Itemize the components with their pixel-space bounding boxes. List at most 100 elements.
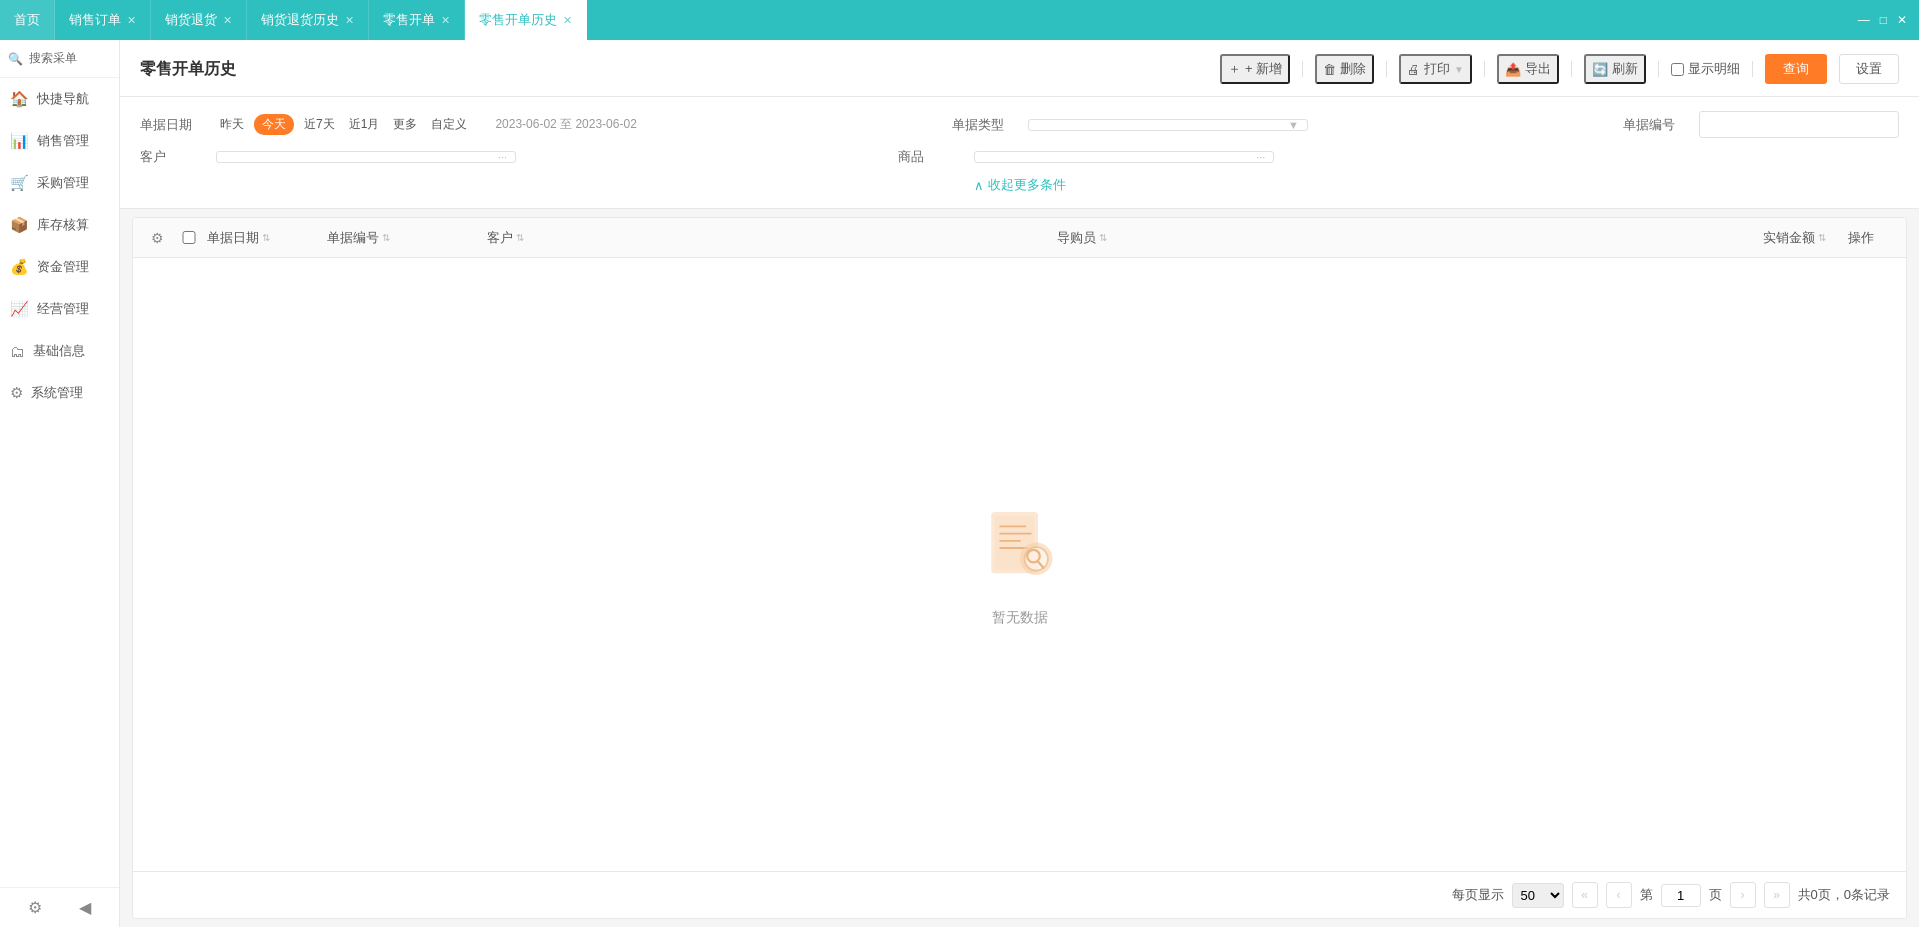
prev-page-btn[interactable]: ‹ <box>1606 882 1632 908</box>
search-icon: 🔍 <box>8 52 23 66</box>
sidebar-label-inventory: 库存核算 <box>37 216 89 234</box>
customer-input[interactable]: ··· <box>216 151 516 163</box>
sidebar-item-inventory[interactable]: 📦 库存核算 <box>0 204 119 246</box>
type-select[interactable]: ▼ <box>1028 119 1308 131</box>
select-all-checkbox[interactable] <box>179 231 199 244</box>
export-label: 导出 <box>1525 60 1551 78</box>
add-icon: ＋ <box>1228 60 1241 78</box>
close-tab-icon[interactable]: ✕ <box>563 14 572 27</box>
nav-tab-home[interactable]: 首页 <box>0 0 55 40</box>
divider-4 <box>1571 61 1572 77</box>
nav-tab-retail-open[interactable]: 零售开单 ✕ <box>369 0 465 40</box>
sidebar-label-purchase-mgmt: 采购管理 <box>37 174 89 192</box>
col-guide-label: 导购员 <box>1057 229 1096 247</box>
divider-3 <box>1484 61 1485 77</box>
print-button[interactable]: 🖨 打印 ▼ <box>1399 54 1472 84</box>
sidebar-item-purchase-mgmt[interactable]: 🛒采购管理 <box>0 162 119 204</box>
col-header-num[interactable]: 单据编号 ⇅ <box>327 229 487 247</box>
page-input[interactable] <box>1661 884 1701 907</box>
date-options: 昨天 今天 近7天 近1月 更多 自定义 <box>216 114 471 135</box>
filter-row-2: 客户 ··· 商品 ··· <box>140 148 1899 166</box>
goods-input[interactable]: ··· <box>974 151 1274 163</box>
sidebar-icon-quick-nav: 🏠 <box>10 90 29 108</box>
nav-tab-retail-open-history[interactable]: 零售开单历史 ✕ <box>465 0 587 40</box>
maximize-btn[interactable]: □ <box>1880 13 1887 27</box>
table-area: ⚙ 单据日期 ⇅ 单据编号 ⇅ 客户 ⇅ 导购员 ⇅ <box>132 217 1907 919</box>
col-amount-sort-icon: ⇅ <box>1818 232 1826 243</box>
col-header-action: 操作 <box>1826 229 1896 247</box>
delete-button[interactable]: 🗑 删除 <box>1315 54 1374 84</box>
pagination: 每页显示 50 20 100 200 « ‹ 第 页 › » 共0页，0条记录 <box>133 871 1906 918</box>
last-page-btn[interactable]: » <box>1764 882 1790 908</box>
print-label: 打印 <box>1424 60 1450 78</box>
export-icon: 📤 <box>1505 62 1521 77</box>
col-header-guide[interactable]: 导购员 ⇅ <box>1057 229 1157 247</box>
empty-icon <box>975 503 1065 593</box>
page-label: 第 <box>1640 886 1653 904</box>
page-title: 零售开单历史 <box>140 59 236 80</box>
type-chevron-icon: ▼ <box>1288 119 1299 131</box>
empty-state: 暂无数据 <box>133 258 1906 871</box>
date-opt-1month[interactable]: 近1月 <box>345 114 384 135</box>
collapse-sidebar-icon[interactable]: ◀ <box>79 898 91 917</box>
date-opt-more[interactable]: 更多 <box>389 114 421 135</box>
content-area: 零售开单历史 ＋ + 新增 🗑 删除 🖨 打印 ▼ <box>120 40 1919 927</box>
show-detail-checkbox[interactable] <box>1671 63 1684 76</box>
next-page-btn[interactable]: › <box>1730 882 1756 908</box>
settings-button[interactable]: 设置 <box>1839 54 1899 84</box>
per-page-select[interactable]: 50 20 100 200 <box>1512 883 1564 908</box>
sidebar-label-finance: 资金管理 <box>37 258 89 276</box>
filter-row-1: 单据日期 昨天 今天 近7天 近1月 更多 自定义 2023-06-02 至 2… <box>140 111 1899 138</box>
sidebar-item-operations[interactable]: 📈经营管理 <box>0 288 119 330</box>
nav-tab-label: 零售开单 <box>383 11 435 29</box>
nav-tab-sales-return[interactable]: 销货退货✕ <box>151 0 247 40</box>
sidebar-item-quick-nav[interactable]: 🏠 快捷导航 <box>0 78 119 120</box>
nav-tab-sales-return-history[interactable]: 销货退货历史✕ <box>247 0 369 40</box>
refresh-button[interactable]: 🔄 刷新 <box>1584 54 1646 84</box>
date-opt-custom[interactable]: 自定义 <box>427 114 471 135</box>
sidebar-icon-sales-mgmt: 📊 <box>10 132 29 150</box>
date-range-display: 2023-06-02 至 2023-06-02 <box>495 116 636 133</box>
sidebar: 🔍 搜索采单 🏠 快捷导航 📊销售管理🛒采购管理 📦 库存核算 💰资金管理📈经营管理🗂基础… <box>0 40 120 927</box>
col-header-date[interactable]: 单据日期 ⇅ <box>207 229 327 247</box>
nav-tab-sales-order[interactable]: 销售订单 ✕ <box>55 0 151 40</box>
sidebar-search[interactable]: 🔍 搜索采单 <box>0 40 119 78</box>
collapse-button[interactable]: ∧ 收起更多条件 <box>974 176 1066 194</box>
nav-tab-label: 销售订单 <box>69 11 121 29</box>
col-header-amount[interactable]: 实销金额 ⇅ <box>1726 229 1826 247</box>
divider-2 <box>1386 61 1387 77</box>
close-tab-icon[interactable]: ✕ <box>441 14 450 27</box>
date-opt-yesterday[interactable]: 昨天 <box>216 114 248 135</box>
num-input[interactable] <box>1699 111 1899 138</box>
add-button[interactable]: ＋ + 新增 <box>1220 54 1290 84</box>
close-tab-icon[interactable]: ✕ <box>223 14 232 27</box>
nav-tab-label: 零售开单历史 <box>479 11 557 29</box>
col-header-customer[interactable]: 客户 ⇅ <box>487 229 1057 247</box>
date-opt-7days[interactable]: 近7天 <box>300 114 339 135</box>
col-date-label: 单据日期 <box>207 229 259 247</box>
date-opt-today[interactable]: 今天 <box>254 114 294 135</box>
sidebar-icon-inventory: 📦 <box>10 216 29 234</box>
close-tab-icon[interactable]: ✕ <box>127 14 136 27</box>
sidebar-item-system[interactable]: ⚙系统管理 <box>0 372 119 414</box>
col-action-label: 操作 <box>1848 229 1874 247</box>
sidebar-item-finance[interactable]: 💰资金管理 <box>0 246 119 288</box>
first-page-btn[interactable]: « <box>1572 882 1598 908</box>
minimize-btn[interactable]: — <box>1858 13 1870 27</box>
add-label: + 新增 <box>1245 60 1282 78</box>
sidebar-icon-operations: 📈 <box>10 300 29 318</box>
sidebar-label-quick-nav: 快捷导航 <box>37 90 89 108</box>
sidebar-search-label: 搜索采单 <box>29 50 77 67</box>
table-settings-icon[interactable]: ⚙ <box>143 224 171 252</box>
show-detail-toggle[interactable]: 显示明细 <box>1671 60 1740 78</box>
sidebar-item-basics[interactable]: 🗂基础信息 <box>0 330 119 372</box>
print-icon: 🖨 <box>1407 62 1420 77</box>
close-btn[interactable]: ✕ <box>1897 13 1907 27</box>
table-header: ⚙ 单据日期 ⇅ 单据编号 ⇅ 客户 ⇅ 导购员 ⇅ <box>133 218 1906 258</box>
export-button[interactable]: 📤 导出 <box>1497 54 1559 84</box>
close-tab-icon[interactable]: ✕ <box>345 14 354 27</box>
collapse-label: 收起更多条件 <box>988 176 1066 194</box>
sidebar-item-sales-mgmt[interactable]: 📊销售管理 <box>0 120 119 162</box>
settings-icon[interactable]: ⚙ <box>28 898 42 917</box>
query-button[interactable]: 查询 <box>1765 54 1827 84</box>
